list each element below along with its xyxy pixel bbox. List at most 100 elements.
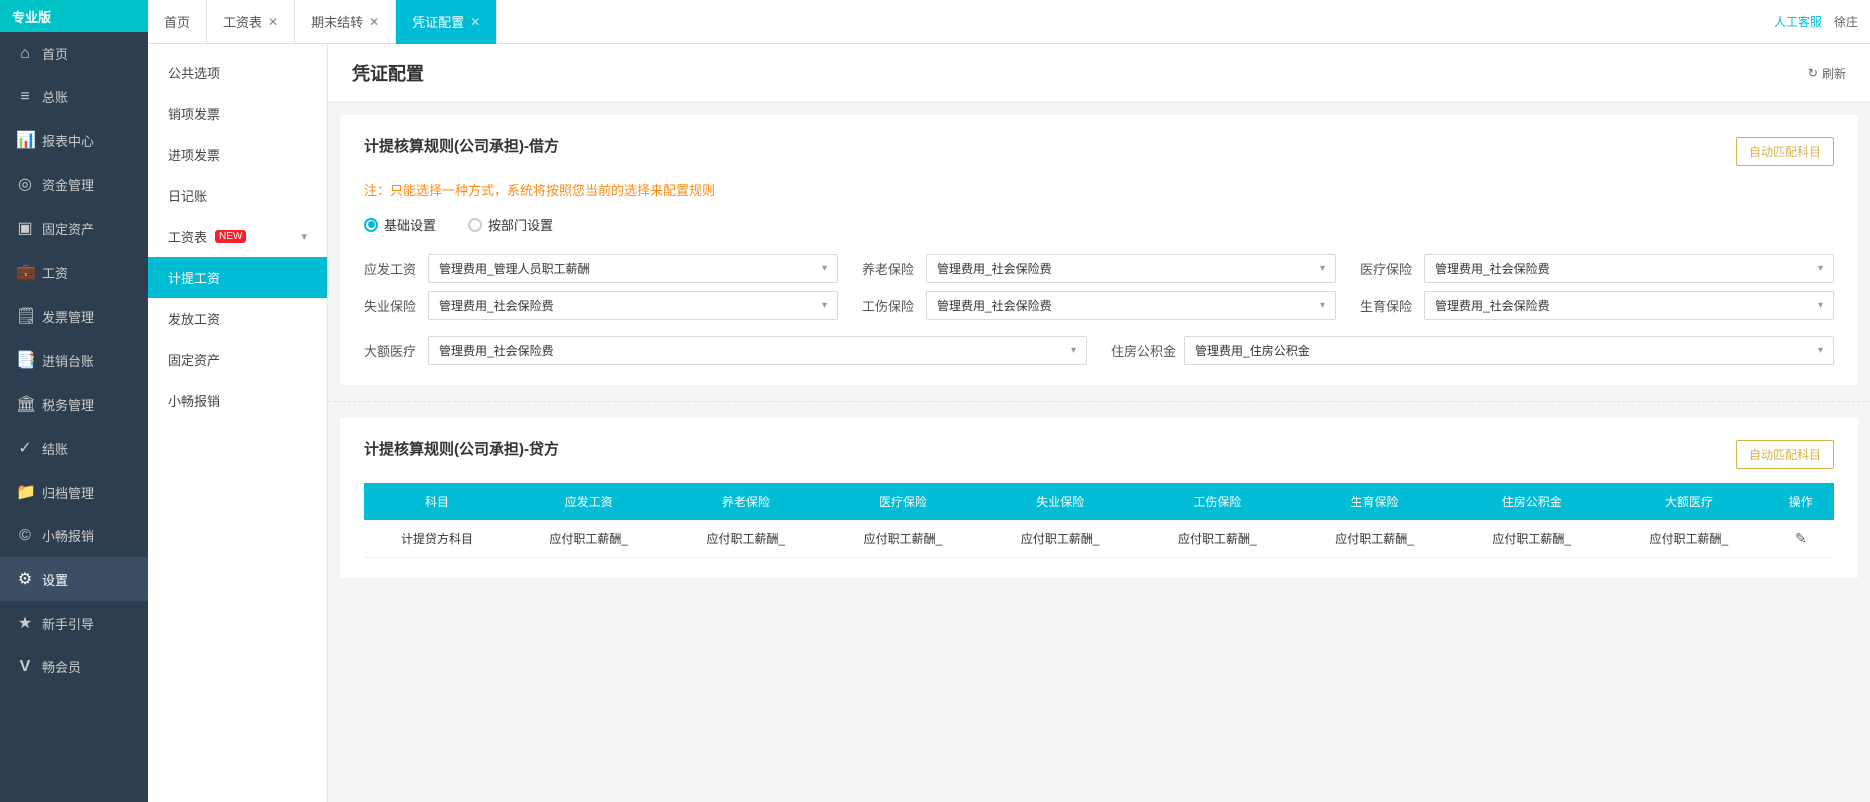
sidebar-item-invoice-management[interactable]: 🗒 发票管理 xyxy=(0,294,148,338)
left-nav-calc-salary[interactable]: 计提工资 xyxy=(148,257,327,298)
cell-gongjijin[interactable]: 应付职工薪酬_ xyxy=(1453,520,1610,558)
radio-dept-label: 按部门设置 xyxy=(488,215,553,234)
close-salary-tab-icon[interactable]: ✕ xyxy=(268,15,278,29)
credit-auto-match-button[interactable]: 自动匹配科目 xyxy=(1736,440,1834,469)
debit-form-row1: 应发工资 管理费用_管理人员职工薪酬 ▾ 养老保险 管理费用_社会保险费 ▾ xyxy=(364,254,1834,283)
cell-yingfa[interactable]: 应付职工薪酬_ xyxy=(510,520,667,558)
radio-dept[interactable]: 按部门设置 xyxy=(468,215,553,234)
tab-voucher-config[interactable]: 凭证配置 ✕ xyxy=(396,0,497,44)
sidebar-item-archive-management[interactable]: 📁 归档管理 xyxy=(0,470,148,514)
debit-auto-match-button[interactable]: 自动匹配科目 xyxy=(1736,137,1834,166)
cell-gongshang[interactable]: 应付职工薪酬_ xyxy=(1139,520,1296,558)
left-nav-public-options[interactable]: 公共选项 xyxy=(148,52,327,93)
left-nav-pay-salary[interactable]: 发放工资 xyxy=(148,298,327,339)
purchase-icon: 📑 xyxy=(16,350,34,370)
sidebar-item-purchase-sales[interactable]: 📑 进销台账 xyxy=(0,338,148,382)
report2-icon: © xyxy=(16,527,34,545)
sidebar-item-member[interactable]: V 畅会员 xyxy=(0,645,148,688)
field-value: 管理费用_社会保险费 xyxy=(937,260,1052,277)
new-badge: NEW xyxy=(215,230,246,243)
home-icon: ⌂ xyxy=(16,45,34,63)
sidebar-item-fixed-assets[interactable]: ▣ 固定资产 xyxy=(0,206,148,250)
field-yingfa-select[interactable]: 管理费用_管理人员职工薪酬 ▾ xyxy=(428,254,838,283)
sidebar-item-fund-management[interactable]: ◎ 资金管理 xyxy=(0,162,148,206)
left-nav-label: 公共选项 xyxy=(168,63,220,82)
topbar: 首页 工资表 ✕ 期末结转 ✕ 凭证配置 ✕ 人工客服 徐庄 xyxy=(148,0,1870,44)
cell-yiliao[interactable]: 应付职工薪酬_ xyxy=(824,520,981,558)
sidebar-item-label: 资金管理 xyxy=(42,175,94,194)
chevron-right-icon: ▾ xyxy=(301,230,307,243)
field-label: 住房公积金 xyxy=(1111,341,1176,360)
section-divider xyxy=(328,401,1870,402)
archive-icon: 📁 xyxy=(16,482,34,502)
close-voucher-tab-icon[interactable]: ✕ xyxy=(470,15,480,29)
edit-icon[interactable]: ✎ xyxy=(1795,530,1807,546)
tab-period-close[interactable]: 期末结转 ✕ xyxy=(295,0,396,44)
field-gongshang-select[interactable]: 管理费用_社会保险费 ▾ xyxy=(926,291,1336,320)
col-subject: 科目 xyxy=(364,483,510,520)
tab-salary-label: 工资表 xyxy=(223,12,262,31)
field-daeliao-select[interactable]: 管理费用_社会保险费 ▾ xyxy=(428,336,1087,365)
sidebar-item-label: 发票管理 xyxy=(42,307,94,326)
table-row: 计提贷方科目 应付职工薪酬_ 应付职工薪酬_ 应付职工薪酬_ 应付职工薪酬_ 应… xyxy=(364,520,1834,558)
cell-daeliao[interactable]: 应付职工薪酬_ xyxy=(1610,520,1767,558)
left-nav-xiaochang-reimbursement[interactable]: 小畅报销 xyxy=(148,380,327,421)
field-shiye-select[interactable]: 管理费用_社会保险费 ▾ xyxy=(428,291,838,320)
sidebar-item-label: 结账 xyxy=(42,439,68,458)
field-shengyu-select[interactable]: 管理费用_社会保险费 ▾ xyxy=(1424,291,1834,320)
field-yanglao-select[interactable]: 管理费用_社会保险费 ▾ xyxy=(926,254,1336,283)
field-value: 管理费用_社会保险费 xyxy=(1435,297,1550,314)
sidebar-item-newbie-guide[interactable]: ★ 新手引导 xyxy=(0,601,148,645)
left-nav-cancel-invoice[interactable]: 销项发票 xyxy=(148,93,327,134)
radio-basic-circle xyxy=(364,218,378,232)
cell-action[interactable]: ✎ xyxy=(1767,520,1834,558)
refresh-icon: ↻ xyxy=(1808,66,1818,80)
sidebar-item-settings[interactable]: ⚙ 设置 xyxy=(0,557,148,601)
field-yanglao: 养老保险 管理费用_社会保险费 ▾ xyxy=(862,254,1336,283)
tab-salary-table[interactable]: 工资表 ✕ xyxy=(207,0,295,44)
col-shengyu: 生育保险 xyxy=(1296,483,1453,520)
tab-home[interactable]: 首页 xyxy=(148,0,207,44)
col-yiliao: 医疗保险 xyxy=(824,483,981,520)
sidebar-item-label: 工资 xyxy=(42,263,68,282)
dropdown-arrow-icon: ▾ xyxy=(1818,300,1823,311)
sidebar-item-label: 新手引导 xyxy=(42,614,94,633)
col-action: 操作 xyxy=(1767,483,1834,520)
debit-section-note: 注：只能选择一种方式，系统将按照您当前的选择来配置规则 xyxy=(364,180,1834,199)
left-nav-input-invoice[interactable]: 进项发票 xyxy=(148,134,327,175)
refresh-button[interactable]: ↻ 刷新 xyxy=(1808,65,1846,82)
ledger-icon: ≡ xyxy=(16,88,34,106)
field-value: 管理费用_社会保险费 xyxy=(1435,260,1550,277)
sidebar-item-settlement[interactable]: ✓ 结账 xyxy=(0,426,148,470)
cell-shiye[interactable]: 应付职工薪酬_ xyxy=(982,520,1139,558)
left-nav-label: 工资表 xyxy=(168,227,207,246)
sidebar-item-label: 首页 xyxy=(42,44,68,63)
settings-icon: ⚙ xyxy=(16,569,34,589)
sidebar-item-salary[interactable]: 💼 工资 xyxy=(0,250,148,294)
sidebar-item-xiaochang-report[interactable]: © 小畅报销 xyxy=(0,514,148,557)
left-nav-label: 进项发票 xyxy=(168,145,220,164)
cell-yanglao[interactable]: 应付职工薪酬_ xyxy=(667,520,824,558)
guide-icon: ★ xyxy=(16,613,34,633)
field-gongjijin-select[interactable]: 管理费用_住房公积金 ▾ xyxy=(1184,336,1834,365)
customer-service[interactable]: 人工客服 xyxy=(1774,13,1822,30)
sidebar-item-report-center[interactable]: 📊 报表中心 xyxy=(0,118,148,162)
col-yingfa: 应发工资 xyxy=(510,483,667,520)
sidebar-item-general-ledger[interactable]: ≡ 总账 xyxy=(0,75,148,118)
page-title: 凭证配置 xyxy=(352,60,424,86)
radio-group: 基础设置 按部门设置 xyxy=(364,215,1834,234)
username: 徐庄 xyxy=(1834,13,1858,30)
invoice-icon: 🗒 xyxy=(16,306,34,326)
left-nav-fixed-assets[interactable]: 固定资产 xyxy=(148,339,327,380)
left-nav-journal[interactable]: 日记账 xyxy=(148,175,327,216)
credit-section-header: 计提核算规则(公司承担)-贷方 自动匹配科目 xyxy=(364,438,1834,471)
left-nav-salary-table[interactable]: 工资表 NEW ▾ xyxy=(148,216,327,257)
sidebar-item-label: 总账 xyxy=(42,87,68,106)
field-shengyu: 生育保险 管理费用_社会保险费 ▾ xyxy=(1360,291,1834,320)
sidebar-item-tax-management[interactable]: 🏛 税务管理 xyxy=(0,382,148,426)
sidebar-item-home[interactable]: ⌂ 首页 xyxy=(0,32,148,75)
cell-shengyu[interactable]: 应付职工薪酬_ xyxy=(1296,520,1453,558)
field-yiliao-select[interactable]: 管理费用_社会保险费 ▾ xyxy=(1424,254,1834,283)
close-period-tab-icon[interactable]: ✕ xyxy=(369,15,379,29)
radio-basic[interactable]: 基础设置 xyxy=(364,215,436,234)
